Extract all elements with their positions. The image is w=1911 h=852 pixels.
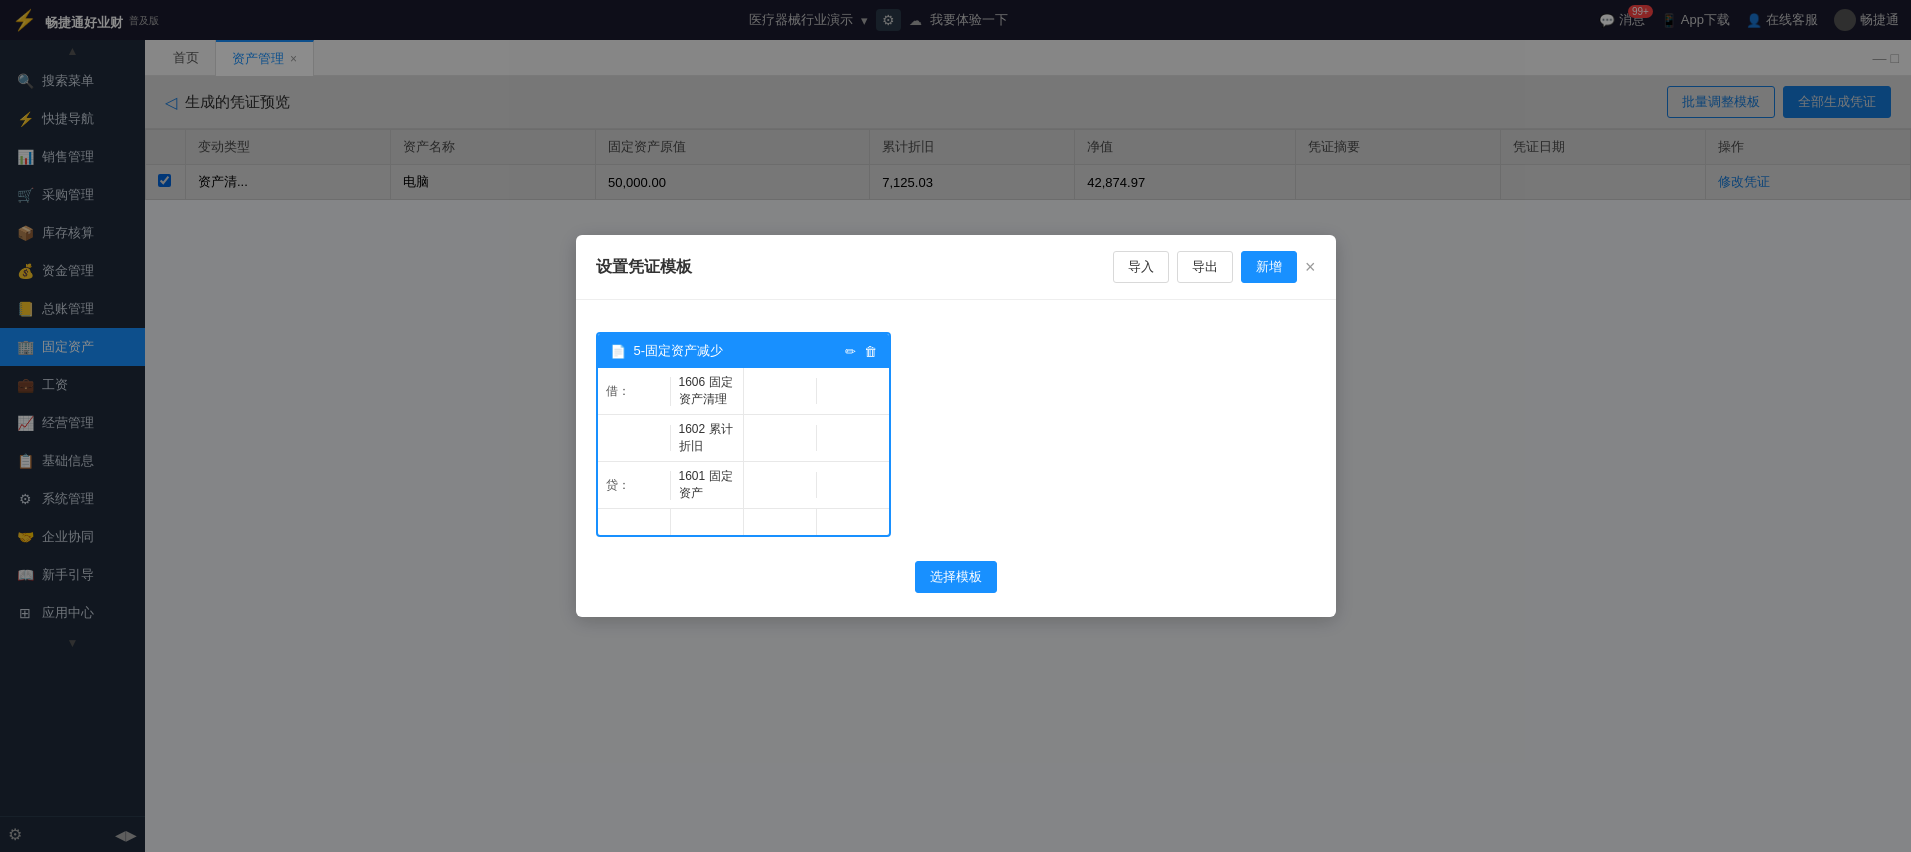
entry-debit-3 (744, 472, 817, 498)
template-card-actions: ✏ 🗑 (845, 344, 877, 359)
template-card-header: 📄 5-固定资产减少 ✏ 🗑 (598, 334, 889, 368)
template-entry-row-2: 1602 累计折旧 (598, 415, 889, 462)
entry-account-1: 1606 固定资产清理 (671, 368, 744, 414)
entry-debit-1 (744, 378, 817, 404)
entry-type-2 (598, 425, 671, 451)
select-template-btn[interactable]: 选择模板 (915, 561, 997, 593)
entry-account-2: 1602 累计折旧 (671, 415, 744, 461)
entry-debit-2 (744, 425, 817, 451)
template-doc-icon: 📄 (610, 344, 626, 359)
entry-debit-4 (744, 509, 817, 535)
template-card-header-left: 📄 5-固定资产减少 (610, 342, 724, 360)
template-name: 5-固定资产减少 (634, 342, 724, 360)
modal-header-actions: 导入 导出 新增 × (1113, 251, 1316, 283)
modal-title: 设置凭证模板 (596, 257, 692, 278)
entry-account-4 (671, 509, 744, 535)
template-entry-row-3: 贷： 1601 固定资产 (598, 462, 889, 509)
select-template-area: 选择模板 (596, 561, 1316, 593)
entry-type-4 (598, 509, 671, 535)
template-edit-btn[interactable]: ✏ (845, 344, 856, 359)
modal-dialog: 设置凭证模板 导入 导出 新增 × 📄 5-固定资产减少 (576, 235, 1336, 617)
template-delete-btn[interactable]: 🗑 (864, 344, 877, 359)
template-entry-row-1: 借： 1606 固定资产清理 (598, 368, 889, 415)
entry-type-1: 借： (598, 377, 671, 406)
modal-header: 设置凭证模板 导入 导出 新增 × (576, 235, 1336, 300)
template-body: 借： 1606 固定资产清理 1602 累计折旧 贷： (598, 368, 889, 535)
modal-body: 📄 5-固定资产减少 ✏ 🗑 借： 1606 固定资产清理 (576, 300, 1336, 617)
entry-credit-3 (817, 472, 889, 498)
entry-credit-2 (817, 425, 889, 451)
entry-credit-1 (817, 378, 889, 404)
template-list: 📄 5-固定资产减少 ✏ 🗑 借： 1606 固定资产清理 (596, 332, 1316, 537)
template-entry-row-4 (598, 509, 889, 535)
modal-close-btn[interactable]: × (1305, 257, 1316, 278)
new-template-btn[interactable]: 新增 (1241, 251, 1297, 283)
export-btn[interactable]: 导出 (1177, 251, 1233, 283)
entry-credit-4 (817, 509, 889, 535)
entry-type-3: 贷： (598, 471, 671, 500)
import-btn[interactable]: 导入 (1113, 251, 1169, 283)
modal-overlay: 设置凭证模板 导入 导出 新增 × 📄 5-固定资产减少 (0, 0, 1911, 852)
template-card: 📄 5-固定资产减少 ✏ 🗑 借： 1606 固定资产清理 (596, 332, 891, 537)
entry-account-3: 1601 固定资产 (671, 462, 744, 508)
